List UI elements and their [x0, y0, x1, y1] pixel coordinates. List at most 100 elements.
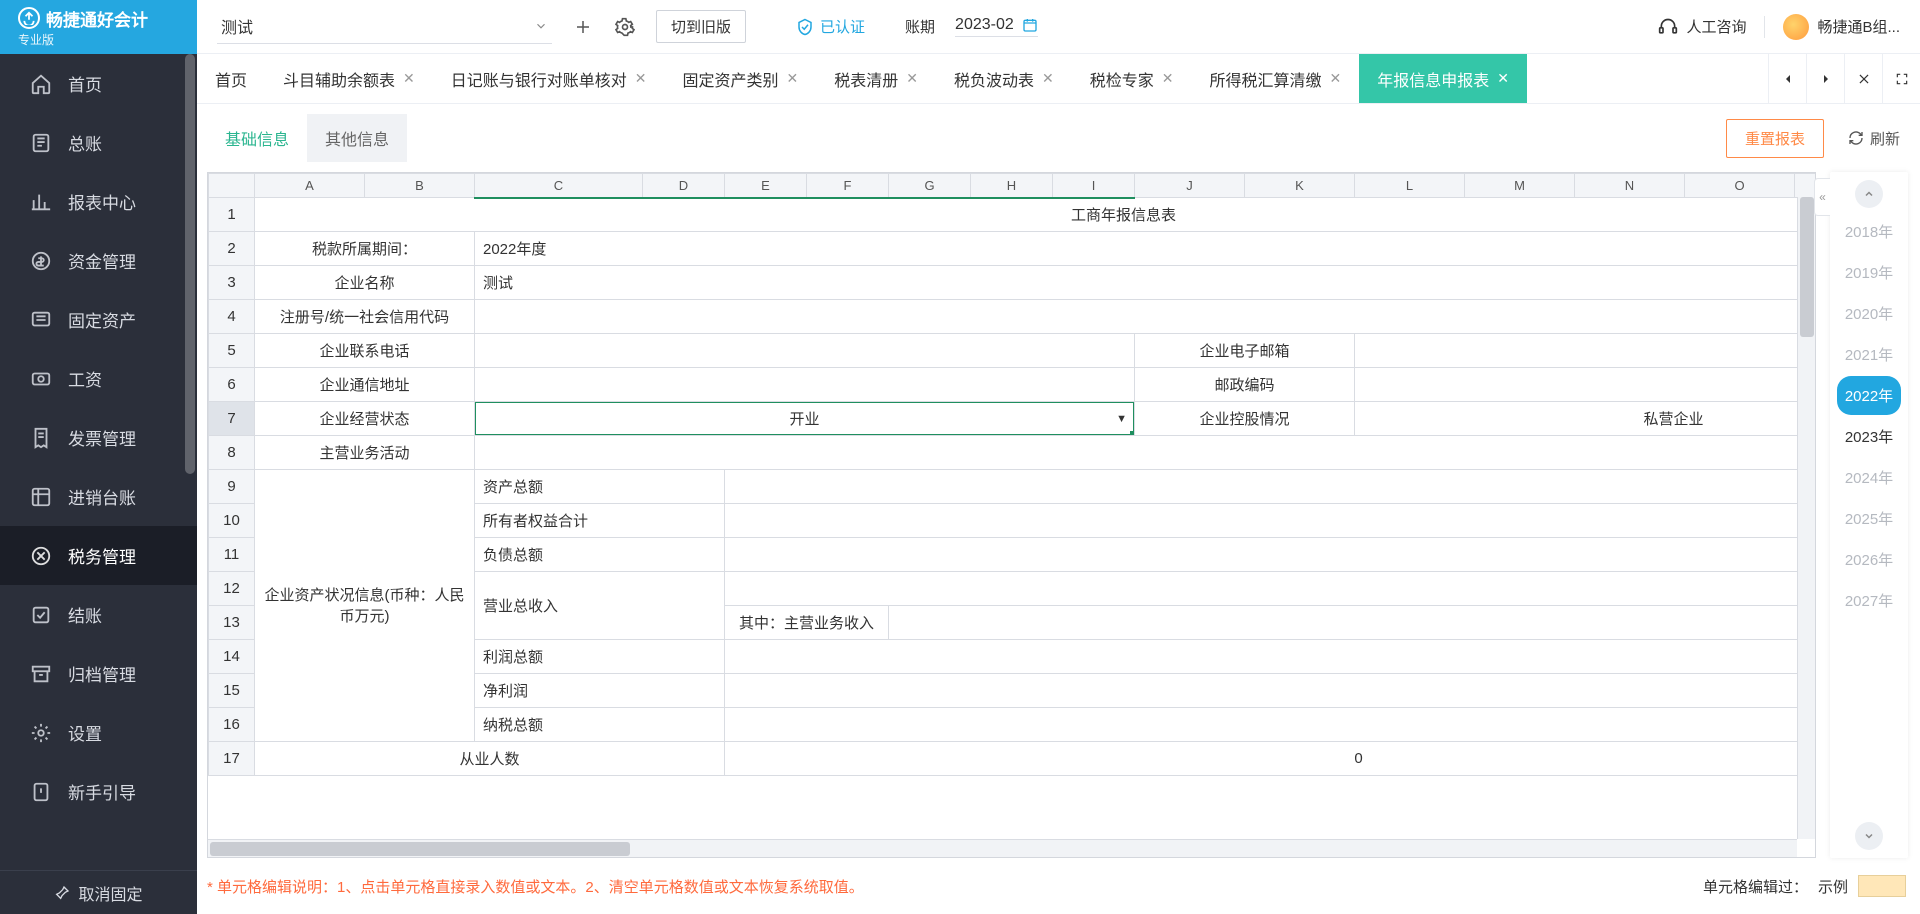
row-header-13[interactable]: 13: [209, 606, 255, 640]
cell[interactable]: 营业总收入: [475, 572, 725, 640]
cell[interactable]: 注册号/统一社会信用代码: [255, 300, 475, 334]
sidebar-item-ledger[interactable]: 总账: [0, 113, 197, 172]
row-header-6[interactable]: 6: [209, 368, 255, 402]
year-option-2023年[interactable]: 2023年: [1837, 417, 1901, 456]
cell[interactable]: 利润总额: [475, 640, 725, 674]
sidebar-item-home[interactable]: 首页: [0, 54, 197, 113]
reset-report-button[interactable]: 重置报表: [1726, 119, 1824, 158]
active-cell[interactable]: 开业▼: [475, 402, 1135, 436]
cell[interactable]: 企业资产状况信息(币种：人民币万元): [255, 470, 475, 742]
col-header-B[interactable]: B: [365, 174, 475, 198]
switch-old-version-button[interactable]: 切到旧版: [656, 10, 746, 43]
cell[interactable]: 资产总额: [475, 470, 725, 504]
sidebar-item-archive[interactable]: 归档管理: [0, 644, 197, 703]
tab-close-icon[interactable]: ✕: [635, 70, 647, 87]
cell[interactable]: [725, 470, 1816, 504]
sidebar-item-report[interactable]: 报表中心: [0, 172, 197, 231]
tab-close-icon[interactable]: ✕: [906, 70, 918, 87]
tab-close-all[interactable]: [1844, 54, 1882, 103]
year-option-2027年[interactable]: 2027年: [1837, 581, 1901, 620]
sheet-horizontal-scrollbar[interactable]: [208, 839, 1797, 857]
sheet-vertical-scrollbar[interactable]: [1797, 197, 1815, 839]
col-header-G[interactable]: G: [889, 174, 971, 198]
year-option-2026年[interactable]: 2026年: [1837, 540, 1901, 579]
rail-collapse-button[interactable]: «: [1814, 178, 1830, 216]
col-header-O[interactable]: O: [1685, 174, 1795, 198]
tab-税表清册[interactable]: 税表清册✕: [816, 54, 936, 103]
tab-首页[interactable]: 首页: [197, 54, 265, 103]
cell[interactable]: 企业电子邮箱: [1135, 334, 1355, 368]
row-header-4[interactable]: 4: [209, 300, 255, 334]
cell[interactable]: 企业联系电话: [255, 334, 475, 368]
tab-close-icon[interactable]: ✕: [1330, 70, 1342, 87]
col-header-P[interactable]: P: [1795, 174, 1816, 198]
fill-handle[interactable]: [1130, 431, 1135, 436]
cell[interactable]: 测试: [475, 266, 1816, 300]
col-header-C[interactable]: C: [475, 174, 643, 198]
tab-所得税汇算清缴[interactable]: 所得税汇算清缴✕: [1192, 54, 1360, 103]
tab-斗目辅助余额表[interactable]: 斗目辅助余额表✕: [265, 54, 433, 103]
row-header-16[interactable]: 16: [209, 708, 255, 742]
sidebar-item-stock[interactable]: 进销台账: [0, 467, 197, 526]
row-header-15[interactable]: 15: [209, 674, 255, 708]
period-picker[interactable]: 2023-02: [955, 16, 1038, 37]
row-header-7[interactable]: 7: [209, 402, 255, 436]
cell[interactable]: 企业控股情况: [1135, 402, 1355, 436]
row-header-1[interactable]: 1: [209, 198, 255, 232]
tab-scroll-right[interactable]: [1806, 54, 1844, 103]
refresh-button[interactable]: 刷新: [1848, 128, 1900, 149]
cell[interactable]: [475, 436, 1816, 470]
year-option-2020年[interactable]: 2020年: [1837, 294, 1901, 333]
year-option-2019年[interactable]: 2019年: [1837, 253, 1901, 292]
row-header-9[interactable]: 9: [209, 470, 255, 504]
col-header-J[interactable]: J: [1135, 174, 1245, 198]
tab-close-icon[interactable]: ✕: [1162, 70, 1174, 87]
cell[interactable]: 私营企业: [1355, 402, 1816, 436]
select-all-corner[interactable]: [209, 174, 255, 198]
cell[interactable]: 所有者权益合计: [475, 504, 725, 538]
tab-close-icon[interactable]: ✕: [1497, 70, 1509, 87]
sidebar-scrollbar[interactable]: [185, 54, 195, 474]
cell[interactable]: 企业通信地址: [255, 368, 475, 402]
year-scroll-up[interactable]: [1855, 180, 1883, 208]
unpin-sidebar-button[interactable]: 取消固定: [0, 870, 197, 914]
subtab-基础信息[interactable]: 基础信息: [207, 114, 307, 162]
tab-fullscreen[interactable]: [1882, 54, 1920, 103]
year-scroll-down[interactable]: [1855, 822, 1883, 850]
cell[interactable]: 税款所属期间：: [255, 232, 475, 266]
row-header-11[interactable]: 11: [209, 538, 255, 572]
cell[interactable]: [475, 368, 1135, 402]
sidebar-item-guide[interactable]: 新手引导: [0, 762, 197, 821]
cell[interactable]: [725, 708, 1816, 742]
cell[interactable]: 0: [725, 742, 1816, 776]
col-header-E[interactable]: E: [725, 174, 807, 198]
cell[interactable]: 企业经营状态: [255, 402, 475, 436]
year-option-2024年[interactable]: 2024年: [1837, 458, 1901, 497]
sidebar-item-close[interactable]: 结账: [0, 585, 197, 644]
col-header-F[interactable]: F: [807, 174, 889, 198]
cell[interactable]: 2022年度: [475, 232, 1816, 266]
cell[interactable]: 负债总额: [475, 538, 725, 572]
tab-日记账与银行对账单核对[interactable]: 日记账与银行对账单核对✕: [433, 54, 665, 103]
cell[interactable]: [725, 504, 1816, 538]
settings-gear-icon[interactable]: [614, 16, 636, 38]
col-header-N[interactable]: N: [1575, 174, 1685, 198]
cell[interactable]: 主营业务活动: [255, 436, 475, 470]
cell[interactable]: [725, 538, 1816, 572]
cell[interactable]: [725, 674, 1816, 708]
cell[interactable]: 从业人数: [255, 742, 725, 776]
row-header-12[interactable]: 12: [209, 572, 255, 606]
col-header-D[interactable]: D: [643, 174, 725, 198]
row-header-10[interactable]: 10: [209, 504, 255, 538]
verified-badge[interactable]: 已认证: [796, 16, 865, 37]
col-header-A[interactable]: A: [255, 174, 365, 198]
cell[interactable]: [725, 640, 1816, 674]
cell[interactable]: [889, 606, 1816, 640]
row-header-8[interactable]: 8: [209, 436, 255, 470]
company-selector[interactable]: 测试: [217, 10, 552, 44]
tab-scroll-left[interactable]: [1768, 54, 1806, 103]
tab-年报信息申报表[interactable]: 年报信息申报表✕: [1359, 54, 1527, 103]
tab-close-icon[interactable]: ✕: [1042, 70, 1054, 87]
cell[interactable]: 企业名称: [255, 266, 475, 300]
tab-固定资产类别[interactable]: 固定资产类别✕: [665, 54, 817, 103]
